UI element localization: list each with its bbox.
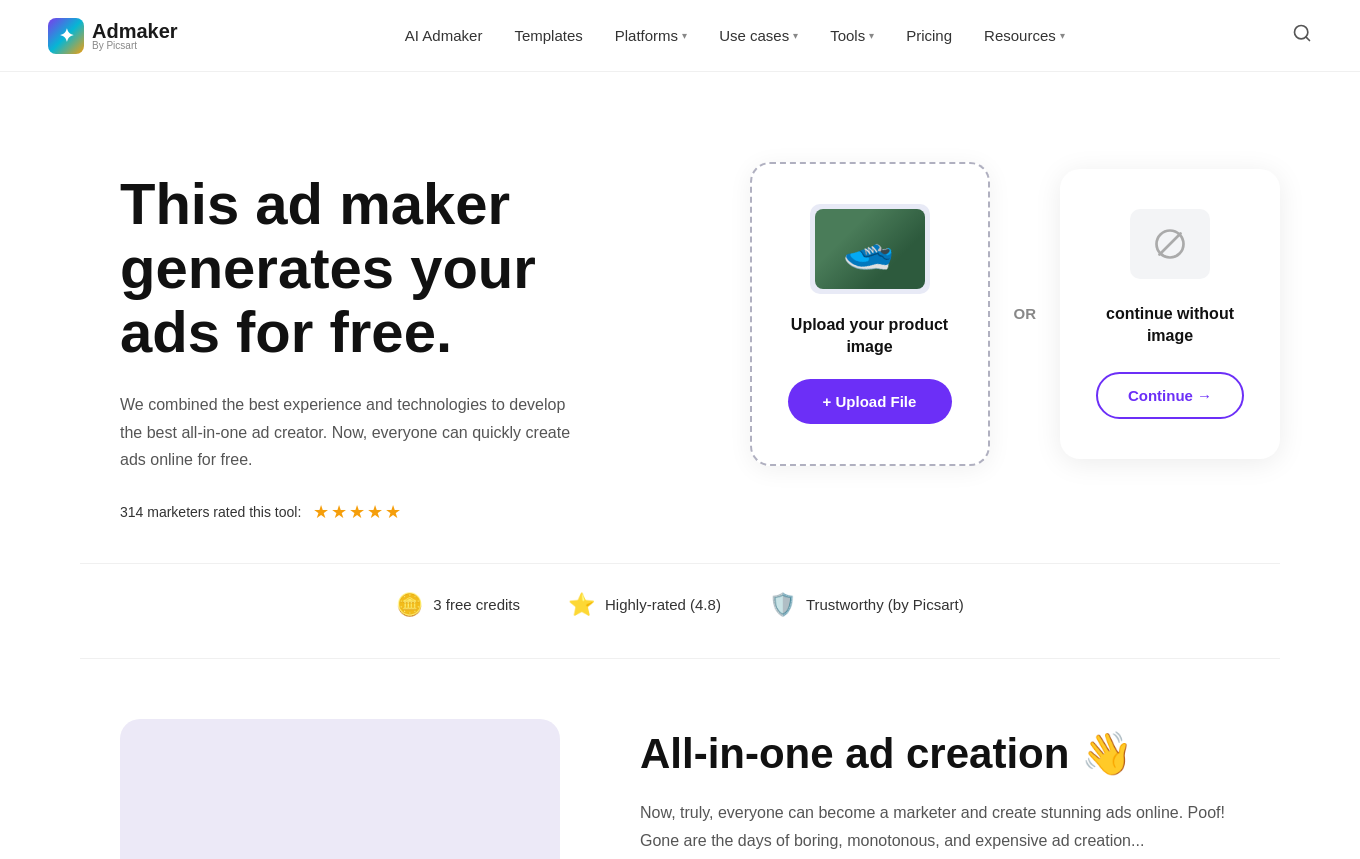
upload-file-button[interactable]: + Upload File	[788, 379, 952, 424]
hero-rating: 314 marketers rated this tool: ★ ★ ★ ★ ★	[120, 501, 640, 523]
chevron-down-icon: ▾	[869, 30, 874, 41]
nav-links: AI Admaker Templates Platforms ▾ Use cas…	[405, 27, 1065, 44]
star-2: ★	[331, 501, 347, 523]
nav-platforms[interactable]: Platforms ▾	[615, 27, 687, 44]
shoe-image	[815, 209, 925, 289]
chevron-down-icon: ▾	[793, 30, 798, 41]
or-divider: OR	[1006, 305, 1045, 322]
badge-highly-rated-label: Highly-rated (4.8)	[605, 596, 721, 613]
nav-ai-admaker[interactable]: AI Admaker	[405, 27, 483, 44]
badges-row: 🪙 3 free credits ⭐ Highly-rated (4.8) 🛡️…	[80, 563, 1280, 659]
star-icon: ⭐	[568, 592, 595, 618]
logo-text: Admaker By Picsart	[92, 21, 178, 51]
badge-free-credits: 🪙 3 free credits	[396, 592, 520, 618]
nav-pricing[interactable]: Pricing	[906, 27, 952, 44]
nav-use-cases[interactable]: Use cases ▾	[719, 27, 798, 44]
continue-button[interactable]: Continue →	[1096, 372, 1244, 419]
hero-left: This ad maker generates your ads for fre…	[120, 152, 640, 523]
continue-card: continue without image Continue →	[1060, 169, 1280, 459]
product-image-preview	[810, 204, 930, 294]
upload-card: Upload your product image + Upload File	[750, 162, 990, 466]
rating-text: 314 marketers rated this tool:	[120, 504, 301, 520]
bottom-content: All-in-one ad creation 👋 Now, truly, eve…	[640, 719, 1240, 854]
star-4: ★	[367, 501, 383, 523]
logo-sub: By Picsart	[92, 41, 178, 51]
logo[interactable]: ✦ Admaker By Picsart	[48, 18, 178, 54]
hero-subtitle: We combined the best experience and tech…	[120, 391, 580, 473]
nav-tools[interactable]: Tools ▾	[830, 27, 874, 44]
badge-free-credits-label: 3 free credits	[433, 596, 520, 613]
badge-highly-rated: ⭐ Highly-rated (4.8)	[568, 592, 721, 618]
credits-icon: 🪙	[396, 592, 423, 618]
logo-main: Admaker	[92, 21, 178, 41]
hero-right: Upload your product image + Upload File …	[750, 162, 1281, 466]
star-rating: ★ ★ ★ ★ ★	[313, 501, 401, 523]
navbar: ✦ Admaker By Picsart AI Admaker Template…	[0, 0, 1360, 72]
logo-icon: ✦	[48, 18, 84, 54]
nav-resources[interactable]: Resources ▾	[984, 27, 1065, 44]
nav-templates[interactable]: Templates	[514, 27, 582, 44]
search-icon[interactable]	[1292, 23, 1312, 48]
hero-title: This ad maker generates your ads for fre…	[120, 172, 640, 363]
bottom-description: Now, truly, everyone can become a market…	[640, 799, 1240, 853]
star-1: ★	[313, 501, 329, 523]
star-5: ★	[385, 501, 401, 523]
svg-line-1	[1306, 37, 1310, 41]
bottom-section: All-in-one ad creation 👋 Now, truly, eve…	[0, 659, 1360, 859]
no-image-icon	[1130, 209, 1210, 279]
upload-card-title: Upload your product image	[788, 314, 952, 359]
badge-trustworthy: 🛡️ Trustworthy (by Picsart)	[769, 592, 964, 618]
bottom-illustration	[120, 719, 560, 859]
bottom-title: All-in-one ad creation 👋	[640, 729, 1240, 779]
badge-trustworthy-label: Trustworthy (by Picsart)	[806, 596, 964, 613]
chevron-down-icon: ▾	[682, 30, 687, 41]
chevron-down-icon: ▾	[1060, 30, 1065, 41]
hero-section: This ad maker generates your ads for fre…	[0, 72, 1360, 563]
shield-icon: 🛡️	[769, 592, 796, 618]
continue-card-title: continue without image	[1096, 303, 1244, 348]
svg-line-3	[1160, 234, 1181, 255]
star-3: ★	[349, 501, 365, 523]
